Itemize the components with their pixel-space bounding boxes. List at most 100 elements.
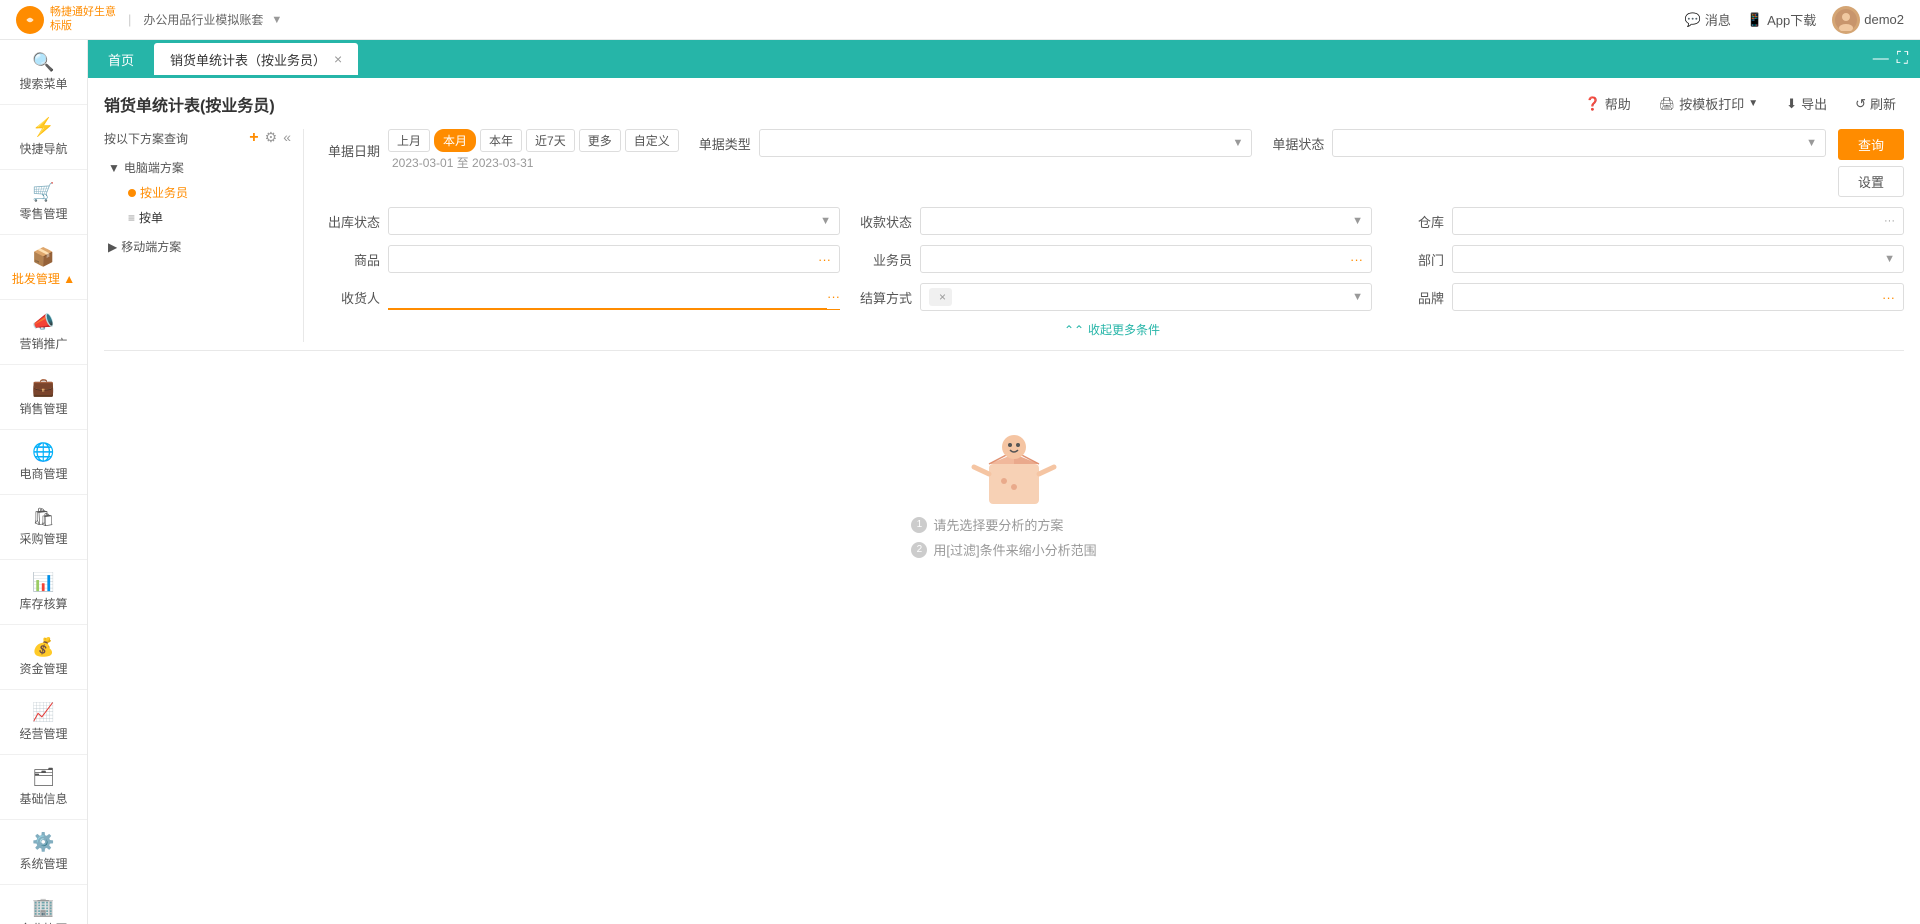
date-btn-7days[interactable]: 近7天 [526,129,575,152]
doc-status-label: 单据状态 [1264,134,1324,153]
sidebar-item-retail[interactable]: 🛒 零售管理 [0,170,87,235]
sidebar-item-wholesale[interactable]: 📦 批发管理 ▲ [0,235,87,300]
tab-home[interactable]: 首页 [92,40,150,78]
breadcrumb[interactable]: 办公用品行业模拟账套 [143,11,263,28]
department-select[interactable]: ▼ [1452,245,1904,273]
date-buttons: 上月 本月 本年 近7天 更多 自定义 [388,129,679,152]
sidebar-item-ecommerce[interactable]: 🌐 电商管理 [0,430,87,495]
divider [104,350,1904,351]
date-range: 2023-03-01 至 2023-03-31 [392,154,679,171]
goods-select[interactable]: ··· [388,245,840,273]
tab-close-btn[interactable]: × [334,51,342,67]
user-name: demo2 [1864,12,1904,27]
date-btn-more[interactable]: 更多 [579,129,621,152]
sidebar-item-system[interactable]: ⚙️ 系统管理 [0,820,87,885]
date-btn-custom[interactable]: 自定义 [625,129,679,152]
salesperson-select[interactable]: ··· [920,245,1372,273]
sidebar-item-label: 批发管理 ▲ [4,270,83,287]
out-status-label: 出库状态 [320,212,380,231]
query-btn[interactable]: 查询 [1838,129,1904,160]
message-btn[interactable]: 💬 消息 [1685,10,1731,29]
print-btn[interactable]: 🖨 按模板打印 ▼ [1651,90,1766,117]
sidebar-item-marketing[interactable]: 📣 营销推广 [0,300,87,365]
app-download-label: App下载 [1767,10,1816,29]
chevron-down-icon: ▼ [1232,137,1243,149]
sidebar-item-inventory[interactable]: 📊 库存核算 [0,560,87,625]
top-bar-left: 畅捷通好生意标版 | 办公用品行业模拟账套 ▼ [16,6,282,34]
empty-icon [964,419,1044,499]
sidebar-item-label: 电商管理 [4,465,83,482]
top-bar-right: 💬 消息 📱 App下载 demo2 [1685,6,1904,34]
settlement-select[interactable]: × ▼ [920,283,1372,311]
payment-status-select[interactable]: ▼ [920,207,1372,235]
scheme-panel: 按以下方案查询 + ⚙ « ▼ 电脑端方案 [104,129,304,342]
main-layout: 🔍 搜索菜单 ⚡ 快捷导航 🛒 零售管理 📦 批发管理 ▲ 📣 营销推广 💼 销… [0,40,1920,924]
scheme-add-btn[interactable]: + [249,129,258,147]
salesperson-dots[interactable]: ··· [1350,252,1363,267]
chevron-down-icon: ▼ [1806,137,1817,149]
warehouse-select[interactable]: ··· [1452,207,1904,235]
system-icon: ⚙️ [4,832,83,853]
sidebar-item-label: 库存核算 [4,595,83,612]
receiver-input[interactable] [388,285,827,309]
filter-area: 单据日期 上月 本月 本年 近7天 更多 自定义 [304,129,1904,342]
scheme-group-desktop-title[interactable]: ▼ 电脑端方案 [104,155,291,180]
print-label: 按模板打印 [1679,94,1744,113]
sidebar-item-finance[interactable]: 💰 资金管理 [0,625,87,690]
wholesale-icon: 📦 [4,247,83,268]
sidebar-item-sales[interactable]: 💼 销售管理 [0,365,87,430]
export-btn[interactable]: ⬇ 导出 [1778,90,1835,117]
brand-dots[interactable]: ··· [1882,290,1895,305]
sidebar-item-quick[interactable]: ⚡ 快捷导航 [0,105,87,170]
chevron-down-icon: ▼ [1884,253,1895,265]
goods-dots[interactable]: ··· [818,252,831,267]
receiver-dots[interactable]: ··· [827,289,840,304]
collapse-btn[interactable]: ⌃⌃ 收起更多条件 [1064,321,1160,338]
receiver-label: 收货人 [320,288,380,307]
refresh-label: 刷新 [1870,94,1896,113]
tab-minimize-btn[interactable]: — [1873,50,1889,68]
settlement-label: 结算方式 [852,288,912,307]
help-btn[interactable]: ❓ 帮助 [1577,90,1639,117]
sidebar-item-operations[interactable]: 📈 经营管理 [0,690,87,755]
sidebar-item-label: 基础信息 [4,790,83,807]
tab-maximize-btn[interactable]: ⛶ [1897,50,1908,68]
sidebar-item-label: 系统管理 [4,855,83,872]
query-buttons: 查询 设置 [1838,129,1904,197]
breadcrumb-dropdown-icon[interactable]: ▼ [271,14,282,26]
doc-status-select[interactable]: ▼ [1332,129,1826,157]
sidebar-item-purchase[interactable]: 🛍 采购管理 [0,495,87,560]
content-area: 首页 销货单统计表（按业务员） × — ⛶ 销货单统计表(按业务员) ❓ [88,40,1920,924]
quick-nav-icon: ⚡ [4,117,83,138]
user-menu[interactable]: demo2 [1832,6,1904,34]
scheme-header-label: 按以下方案查询 [104,130,188,147]
tip-num-1: 1 [911,517,927,533]
empty-tip-text-2: 用[过滤]条件来缩小分析范围 [933,540,1096,559]
sidebar-item-corp[interactable]: 🏢 企业协同 [0,885,87,924]
sidebar-item-search[interactable]: 🔍 搜索菜单 [0,40,87,105]
out-status-select[interactable]: ▼ [388,207,840,235]
scheme-icons: + ⚙ « [249,129,291,147]
scheme-group-mobile-title[interactable]: ▶ 移动端方案 [104,234,291,259]
scheme-item-by-order[interactable]: ≡ 按单 [104,205,291,230]
scheme-settings-btn[interactable]: ⚙ [265,129,278,147]
sidebar-item-label: 资金管理 [4,660,83,677]
brand-select[interactable]: ··· [1452,283,1904,311]
sidebar-item-label: 零售管理 [4,205,83,222]
date-btn-last-month[interactable]: 上月 [388,129,430,152]
date-btn-this-year[interactable]: 本年 [480,129,522,152]
tab-controls: — ⛶ [1873,50,1916,68]
settlement-tag-remove[interactable]: × [939,290,946,304]
app-download-btn[interactable]: 📱 App下载 [1747,10,1816,29]
sidebar-item-basic[interactable]: 🗂 基础信息 [0,755,87,820]
tab-active[interactable]: 销货单统计表（按业务员） × [154,43,358,75]
tip-num-2: 2 [911,542,927,558]
date-btn-this-month[interactable]: 本月 [434,129,476,152]
doc-type-select[interactable]: ▼ [759,129,1253,157]
refresh-btn[interactable]: ↺ 刷新 [1847,90,1904,117]
sidebar-item-label: 搜索菜单 [4,75,83,92]
settings-btn[interactable]: 设置 [1838,166,1904,197]
empty-tip-2: 2 用[过滤]条件来缩小分析范围 [911,540,1096,559]
scheme-item-by-salesperson[interactable]: 按业务员 [104,180,291,205]
scheme-collapse-btn[interactable]: « [283,129,291,147]
